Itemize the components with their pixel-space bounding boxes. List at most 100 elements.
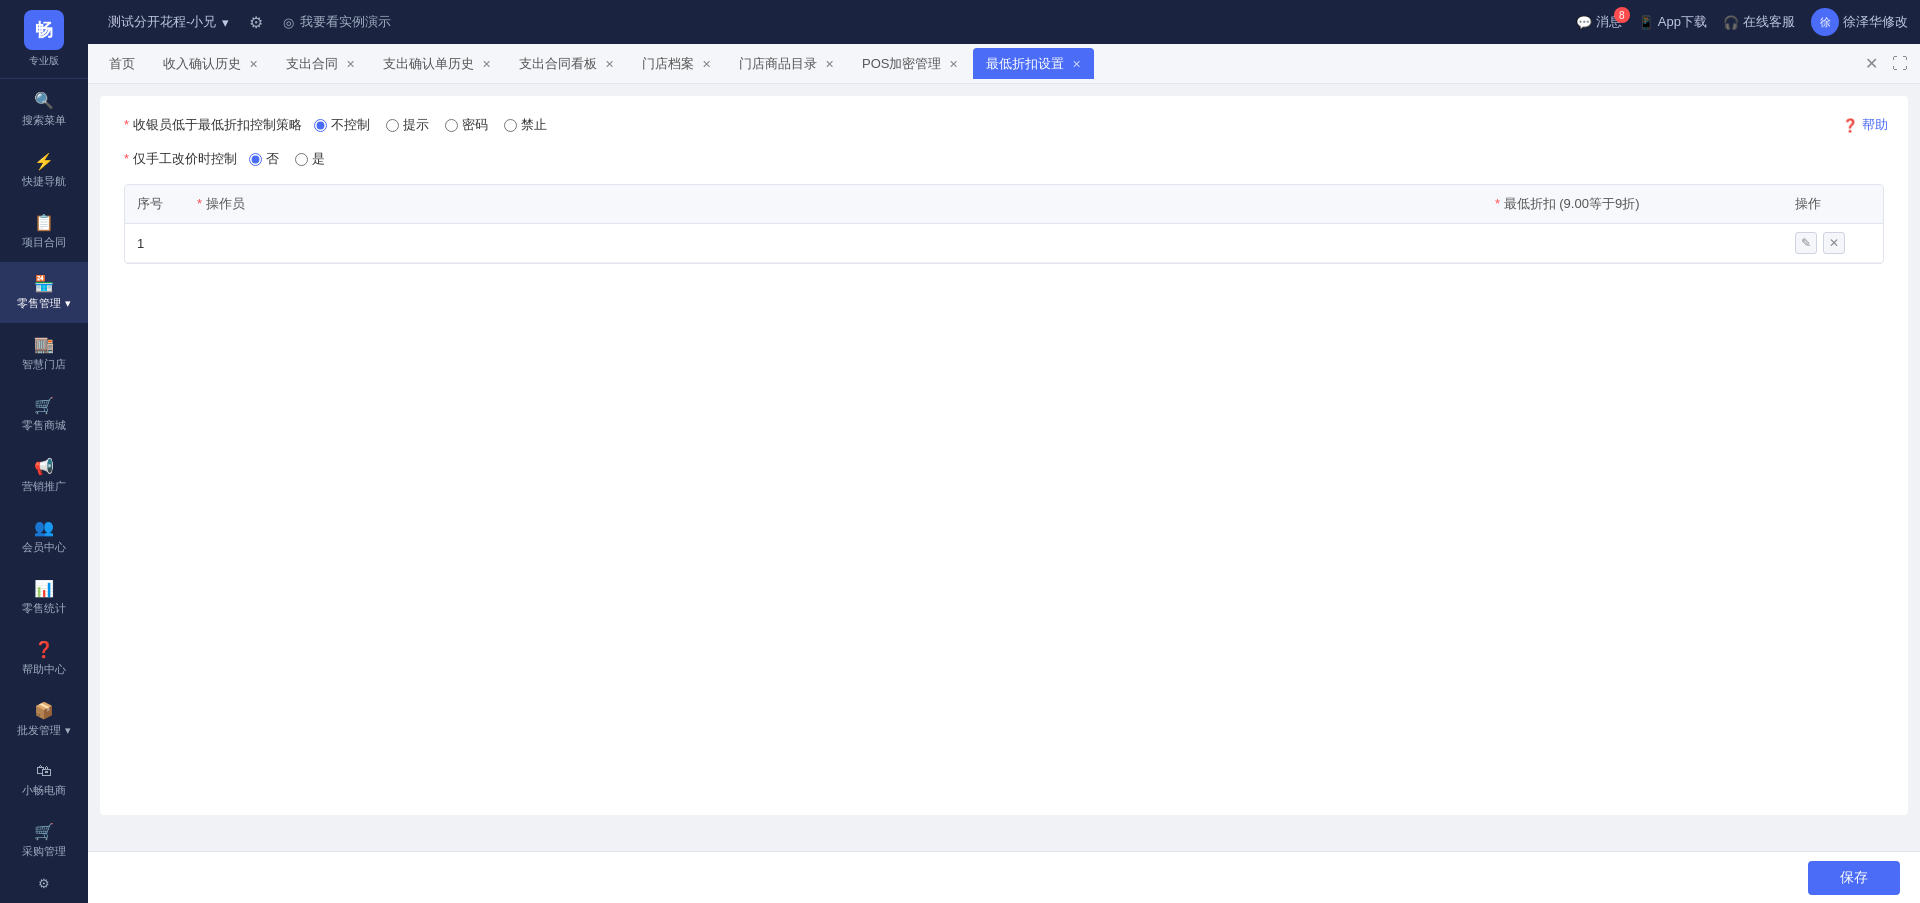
tab-close-8[interactable]: ✕ bbox=[1072, 58, 1081, 71]
sidebar-item-5[interactable]: 🛒 零售商城 bbox=[0, 384, 88, 445]
cell-operator bbox=[185, 224, 1483, 262]
topbar-settings-button[interactable]: ⚙ bbox=[249, 13, 263, 32]
policy-forbid[interactable]: 禁止 bbox=[504, 116, 547, 134]
project-name: 测试分开花程-小兄 bbox=[108, 13, 216, 31]
demo-link[interactable]: ◎ 我要看实例演示 bbox=[283, 13, 391, 31]
policy-no-control-radio[interactable] bbox=[314, 119, 327, 132]
tab-label-1: 收入确认历史 bbox=[163, 55, 241, 73]
policy-remind-radio[interactable] bbox=[386, 119, 399, 132]
edit-row-button[interactable]: ✎ bbox=[1795, 232, 1817, 254]
cell-min-discount bbox=[1483, 224, 1783, 262]
sidebar-label-12: 采购管理 bbox=[22, 844, 66, 859]
project-selector[interactable]: 测试分开花程-小兄 ▾ bbox=[100, 9, 237, 35]
download-icon: 📱 bbox=[1638, 15, 1654, 30]
policy-radio-group: 不控制 提示 密码 禁止 bbox=[314, 116, 547, 134]
sidebar-logo: 畅 专业版 bbox=[0, 0, 88, 79]
sidebar-item-4[interactable]: 🏬 智慧门店 bbox=[0, 323, 88, 384]
policy-password[interactable]: 密码 bbox=[445, 116, 488, 134]
tab-8[interactable]: 最低折扣设置✕ bbox=[973, 48, 1094, 79]
sidebar-label-11: 小畅电商 bbox=[22, 783, 66, 798]
manual-yes[interactable]: 是 bbox=[295, 150, 325, 168]
tab-7[interactable]: POS加密管理✕ bbox=[849, 48, 971, 79]
app-download-button[interactable]: 📱 App下载 bbox=[1638, 13, 1707, 31]
sidebar-item-12[interactable]: 🛒 采购管理 bbox=[0, 810, 88, 864]
user-name: 徐泽华修改 bbox=[1843, 13, 1908, 31]
sidebar-icon-5: 🛒 bbox=[34, 396, 54, 415]
sidebar-settings-button[interactable]: ⚙ bbox=[34, 864, 54, 903]
policy-no-control[interactable]: 不控制 bbox=[314, 116, 370, 134]
message-badge: 8 bbox=[1614, 7, 1630, 23]
sidebar-label-8: 零售统计 bbox=[22, 601, 66, 616]
demo-text: 我要看实例演示 bbox=[300, 13, 391, 31]
headset-icon: 🎧 bbox=[1723, 15, 1739, 30]
table-row: 1 ✎ ✕ bbox=[125, 224, 1883, 263]
tabs-bar: 首页收入确认历史✕支出合同✕支出确认单历史✕支出合同看板✕门店档案✕门店商品目录… bbox=[88, 44, 1920, 84]
sidebar-icon-6: 📢 bbox=[34, 457, 54, 476]
tab-close-6[interactable]: ✕ bbox=[825, 58, 834, 71]
sidebar-item-2[interactable]: 📋 项目合同 bbox=[0, 201, 88, 262]
sidebar-icon-9: ❓ bbox=[34, 640, 54, 659]
help-link[interactable]: ❓ 帮助 bbox=[1842, 116, 1888, 134]
sidebar-label-1: 快捷导航 bbox=[22, 174, 66, 189]
sidebar-label-10: 批发管理 ▾ bbox=[17, 723, 70, 738]
sidebar-item-7[interactable]: 👥 会员中心 bbox=[0, 506, 88, 567]
tab-4[interactable]: 支出合同看板 ✕ bbox=[506, 48, 627, 79]
sidebar-item-8[interactable]: 📊 零售统计 bbox=[0, 567, 88, 628]
manual-yes-radio[interactable] bbox=[295, 153, 308, 166]
sidebar-label-3: 零售管理 ▾ bbox=[17, 296, 70, 311]
tab-5[interactable]: 门店档案✕ bbox=[629, 48, 724, 79]
sidebar-label-7: 会员中心 bbox=[22, 540, 66, 555]
footer: 保存 bbox=[88, 851, 1920, 903]
cell-seq: 1 bbox=[125, 224, 185, 262]
tab-close-7[interactable]: ✕ bbox=[949, 58, 958, 71]
tab-0[interactable]: 首页 bbox=[96, 48, 148, 79]
sidebar-item-10[interactable]: 📦 批发管理 ▾ bbox=[0, 689, 88, 750]
help-text: 帮助 bbox=[1862, 116, 1888, 134]
customer-service-button[interactable]: 🎧 在线客服 bbox=[1723, 13, 1795, 31]
tab-2[interactable]: 支出合同 ✕ bbox=[273, 48, 368, 79]
tab-6[interactable]: 门店商品目录✕ bbox=[726, 48, 847, 79]
message-button[interactable]: 💬 消息 8 bbox=[1576, 13, 1622, 31]
sidebar-item-9[interactable]: ❓ 帮助中心 bbox=[0, 628, 88, 689]
tab-close-5[interactable]: ✕ bbox=[702, 58, 711, 71]
tab-close-4[interactable]: ✕ bbox=[605, 58, 614, 71]
user-menu[interactable]: 徐 徐泽华修改 bbox=[1811, 8, 1908, 36]
tab-label-4: 支出合同看板 bbox=[519, 55, 597, 73]
avatar: 徐 bbox=[1811, 8, 1839, 36]
tab-close-2[interactable]: ✕ bbox=[346, 58, 355, 71]
sidebar-label-2: 项目合同 bbox=[22, 235, 66, 250]
col-min-discount: 最低折扣 (9.00等于9折) bbox=[1483, 185, 1783, 223]
tab-label-3: 支出确认单历史 bbox=[383, 55, 474, 73]
delete-row-button[interactable]: ✕ bbox=[1823, 232, 1845, 254]
policy-remind[interactable]: 提示 bbox=[386, 116, 429, 134]
tab-1[interactable]: 收入确认历史 ✕ bbox=[150, 48, 271, 79]
sidebar-item-3[interactable]: 🏪 零售管理 ▾ bbox=[0, 262, 88, 323]
tab-close-1[interactable]: ✕ bbox=[249, 58, 258, 71]
sidebar-item-0[interactable]: 🔍 搜索菜单 bbox=[0, 79, 88, 140]
demo-icon: ◎ bbox=[283, 15, 294, 30]
sidebar-label-0: 搜索菜单 bbox=[22, 113, 66, 128]
save-button[interactable]: 保存 bbox=[1808, 861, 1900, 895]
manual-no-radio[interactable] bbox=[249, 153, 262, 166]
row-actions: ✎ ✕ bbox=[1795, 232, 1845, 254]
sidebar-menu: 🔍 搜索菜单 ⚡ 快捷导航 📋 项目合同 🏪 零售管理 ▾ 🏬 智慧门店 🛒 零… bbox=[0, 79, 88, 864]
tab-3[interactable]: 支出确认单历史 ✕ bbox=[370, 48, 504, 79]
col-operator: 操作员 bbox=[185, 185, 1483, 223]
tabs-right: ✕ ⛶ bbox=[1861, 50, 1912, 77]
sidebar-item-6[interactable]: 📢 营销推广 bbox=[0, 445, 88, 506]
policy-forbid-radio[interactable] bbox=[504, 119, 517, 132]
sidebar-item-11[interactable]: 🛍 小畅电商 bbox=[0, 750, 88, 810]
discount-table: 序号 操作员 最低折扣 (9.00等于9折) 操作 1 ✎ ✕ bbox=[124, 184, 1884, 264]
manual-radio-group: 否 是 bbox=[249, 150, 325, 168]
policy-password-radio[interactable] bbox=[445, 119, 458, 132]
tab-close-3[interactable]: ✕ bbox=[482, 58, 491, 71]
topbar-right: 💬 消息 8 📱 App下载 🎧 在线客服 徐 徐泽华修改 bbox=[1576, 8, 1908, 36]
policy-remind-label: 提示 bbox=[403, 116, 429, 134]
manual-no[interactable]: 否 bbox=[249, 150, 279, 168]
maximize-button[interactable]: ⛶ bbox=[1888, 51, 1912, 77]
close-tab-button[interactable]: ✕ bbox=[1861, 50, 1882, 77]
sidebar-item-1[interactable]: ⚡ 快捷导航 bbox=[0, 140, 88, 201]
tab-label-2: 支出合同 bbox=[286, 55, 338, 73]
customer-service-label: 在线客服 bbox=[1743, 13, 1795, 31]
col-actions: 操作 bbox=[1783, 185, 1883, 223]
